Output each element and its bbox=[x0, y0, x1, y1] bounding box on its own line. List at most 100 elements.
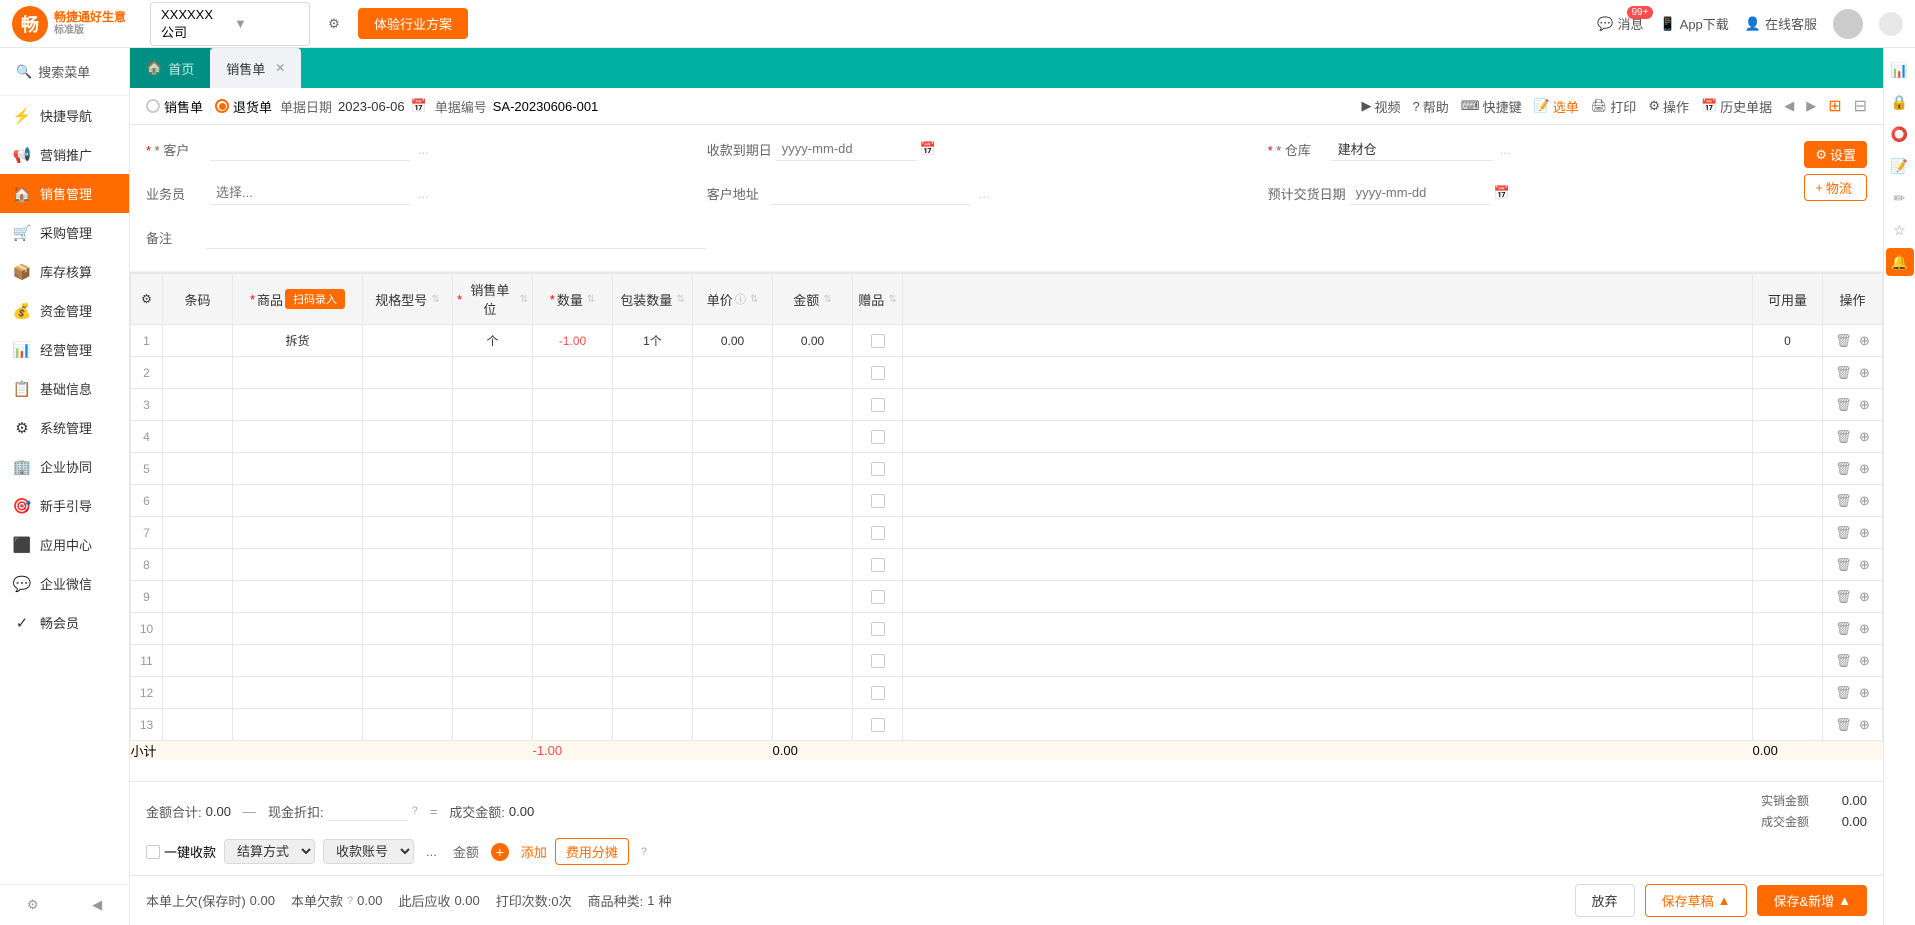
delivery-date-input[interactable] bbox=[1350, 181, 1490, 205]
toolbar-select[interactable]: 📝 选单 bbox=[1534, 97, 1579, 116]
right-sidebar-doc[interactable]: 📝 bbox=[1886, 152, 1914, 180]
save-new-btn[interactable]: 保存&新增 ▲ bbox=[1757, 885, 1867, 916]
cell-product[interactable] bbox=[233, 453, 363, 485]
cell-quantity[interactable] bbox=[533, 709, 613, 741]
copy-icon[interactable]: ⊕ bbox=[1859, 397, 1870, 412]
cell-amount[interactable] bbox=[773, 357, 853, 389]
copy-icon[interactable]: ⊕ bbox=[1859, 365, 1870, 380]
tab-home[interactable]: 🏠 首页 bbox=[130, 48, 210, 88]
cell-amount[interactable] bbox=[773, 645, 853, 677]
cell-gift[interactable] bbox=[853, 645, 903, 677]
cell-price[interactable]: 0.00 bbox=[693, 325, 773, 357]
cell-pack-qty[interactable] bbox=[613, 645, 693, 677]
warehouse-input[interactable] bbox=[1332, 137, 1492, 161]
cell-barcode[interactable] bbox=[163, 645, 233, 677]
cell-price[interactable] bbox=[693, 453, 773, 485]
cell-spec[interactable] bbox=[363, 677, 453, 709]
notes-input[interactable] bbox=[206, 225, 706, 249]
cell-unit[interactable] bbox=[453, 613, 533, 645]
cell-amount[interactable] bbox=[773, 453, 853, 485]
cell-remarks[interactable] bbox=[903, 645, 1753, 677]
cell-pack-qty[interactable] bbox=[613, 421, 693, 453]
cell-unit[interactable] bbox=[453, 485, 533, 517]
copy-icon[interactable]: ⊕ bbox=[1859, 717, 1870, 732]
delete-icon[interactable]: 🗑 bbox=[1835, 653, 1852, 668]
payment-due-calendar[interactable]: 📅 bbox=[920, 141, 936, 157]
cell-amount[interactable] bbox=[773, 421, 853, 453]
sidebar-item-purchase[interactable]: 🛒 采购管理 bbox=[0, 213, 129, 252]
cell-pack-qty[interactable] bbox=[613, 453, 693, 485]
cell-price[interactable] bbox=[693, 485, 773, 517]
cell-pack-qty[interactable] bbox=[613, 709, 693, 741]
cell-product[interactable] bbox=[233, 549, 363, 581]
logistics-btn[interactable]: + 物流 bbox=[1804, 174, 1867, 201]
online-service-btn[interactable]: 👤 在线客服 bbox=[1745, 14, 1817, 33]
delete-icon[interactable]: 🗑 bbox=[1835, 557, 1852, 572]
copy-icon[interactable]: ⊕ bbox=[1859, 493, 1870, 508]
sidebar-item-system[interactable]: ⚙ 系统管理 bbox=[0, 408, 129, 447]
cell-amount[interactable] bbox=[773, 389, 853, 421]
settings-icon-btn[interactable]: ⚙ bbox=[318, 8, 350, 40]
cell-unit[interactable] bbox=[453, 389, 533, 421]
cell-barcode[interactable] bbox=[163, 709, 233, 741]
cell-spec[interactable] bbox=[363, 357, 453, 389]
cell-unit[interactable] bbox=[453, 645, 533, 677]
toolbar-video[interactable]: ▶ 视频 bbox=[1362, 97, 1401, 116]
cell-unit[interactable] bbox=[453, 709, 533, 741]
cell-spec[interactable] bbox=[363, 325, 453, 357]
add-payment-btn[interactable]: + bbox=[491, 843, 509, 861]
customer-address-dots[interactable]: ... bbox=[979, 186, 990, 201]
radio-sales-order[interactable]: 销售单 bbox=[146, 97, 203, 116]
cell-pack-qty[interactable] bbox=[613, 485, 693, 517]
tab-sales-order[interactable]: 销售单 ✕ bbox=[210, 48, 301, 88]
payment-method-select[interactable]: 结算方式 bbox=[224, 839, 315, 864]
sidebar-item-basic[interactable]: 📋 基础信息 bbox=[0, 369, 129, 408]
cell-unit[interactable] bbox=[453, 549, 533, 581]
cell-quantity[interactable] bbox=[533, 357, 613, 389]
cell-spec[interactable] bbox=[363, 421, 453, 453]
cell-product[interactable] bbox=[233, 421, 363, 453]
cell-amount[interactable] bbox=[773, 485, 853, 517]
cell-spec[interactable] bbox=[363, 645, 453, 677]
save-draft-btn[interactable]: 保存草稿 ▲ bbox=[1645, 884, 1748, 917]
cell-barcode[interactable] bbox=[163, 421, 233, 453]
cell-quantity[interactable] bbox=[533, 677, 613, 709]
cell-product[interactable] bbox=[233, 581, 363, 613]
cell-gift[interactable] bbox=[853, 677, 903, 709]
cell-barcode[interactable] bbox=[163, 613, 233, 645]
radio-return-order[interactable]: 退货单 bbox=[215, 97, 272, 116]
scan-btn[interactable]: 扫码录入 bbox=[285, 289, 345, 309]
cell-unit[interactable] bbox=[453, 677, 533, 709]
toolbar-nav-next[interactable]: ▶ bbox=[1806, 98, 1816, 114]
cell-price[interactable] bbox=[693, 389, 773, 421]
cell-gift[interactable] bbox=[853, 453, 903, 485]
one-click-checkbox[interactable] bbox=[146, 845, 160, 859]
cell-spec[interactable] bbox=[363, 709, 453, 741]
cell-price[interactable] bbox=[693, 357, 773, 389]
cell-unit[interactable] bbox=[453, 517, 533, 549]
sidebar-search-btn[interactable]: 🔍 搜索菜单 bbox=[8, 56, 121, 87]
cell-quantity[interactable]: -1.00 bbox=[533, 325, 613, 357]
add-payment-label[interactable]: 添加 bbox=[521, 842, 547, 861]
cell-remarks[interactable] bbox=[903, 549, 1753, 581]
cell-quantity[interactable] bbox=[533, 453, 613, 485]
cell-barcode[interactable] bbox=[163, 549, 233, 581]
cell-product[interactable] bbox=[233, 485, 363, 517]
trial-button[interactable]: 体验行业方案 bbox=[358, 8, 468, 39]
payment-due-input[interactable] bbox=[776, 137, 916, 161]
cell-price[interactable] bbox=[693, 645, 773, 677]
sidebar-item-appstore[interactable]: ⬛ 应用中心 bbox=[0, 525, 129, 564]
toolbar-help[interactable]: ? 帮助 bbox=[1413, 97, 1449, 116]
sidebar-item-operations[interactable]: 📊 经营管理 bbox=[0, 330, 129, 369]
cell-amount[interactable] bbox=[773, 581, 853, 613]
cell-remarks[interactable] bbox=[903, 357, 1753, 389]
copy-icon[interactable]: ⊕ bbox=[1859, 429, 1870, 444]
cell-pack-qty[interactable] bbox=[613, 357, 693, 389]
customer-dots[interactable]: ... bbox=[418, 142, 429, 157]
copy-icon[interactable]: ⊕ bbox=[1859, 621, 1870, 636]
sidebar-settings-btn[interactable]: ⚙ bbox=[23, 893, 43, 917]
sidebar-item-member[interactable]: ✓ 畅会员 bbox=[0, 603, 129, 642]
cell-price[interactable] bbox=[693, 677, 773, 709]
right-sidebar-lock[interactable]: 🔒 bbox=[1886, 88, 1914, 116]
cell-barcode[interactable] bbox=[163, 485, 233, 517]
